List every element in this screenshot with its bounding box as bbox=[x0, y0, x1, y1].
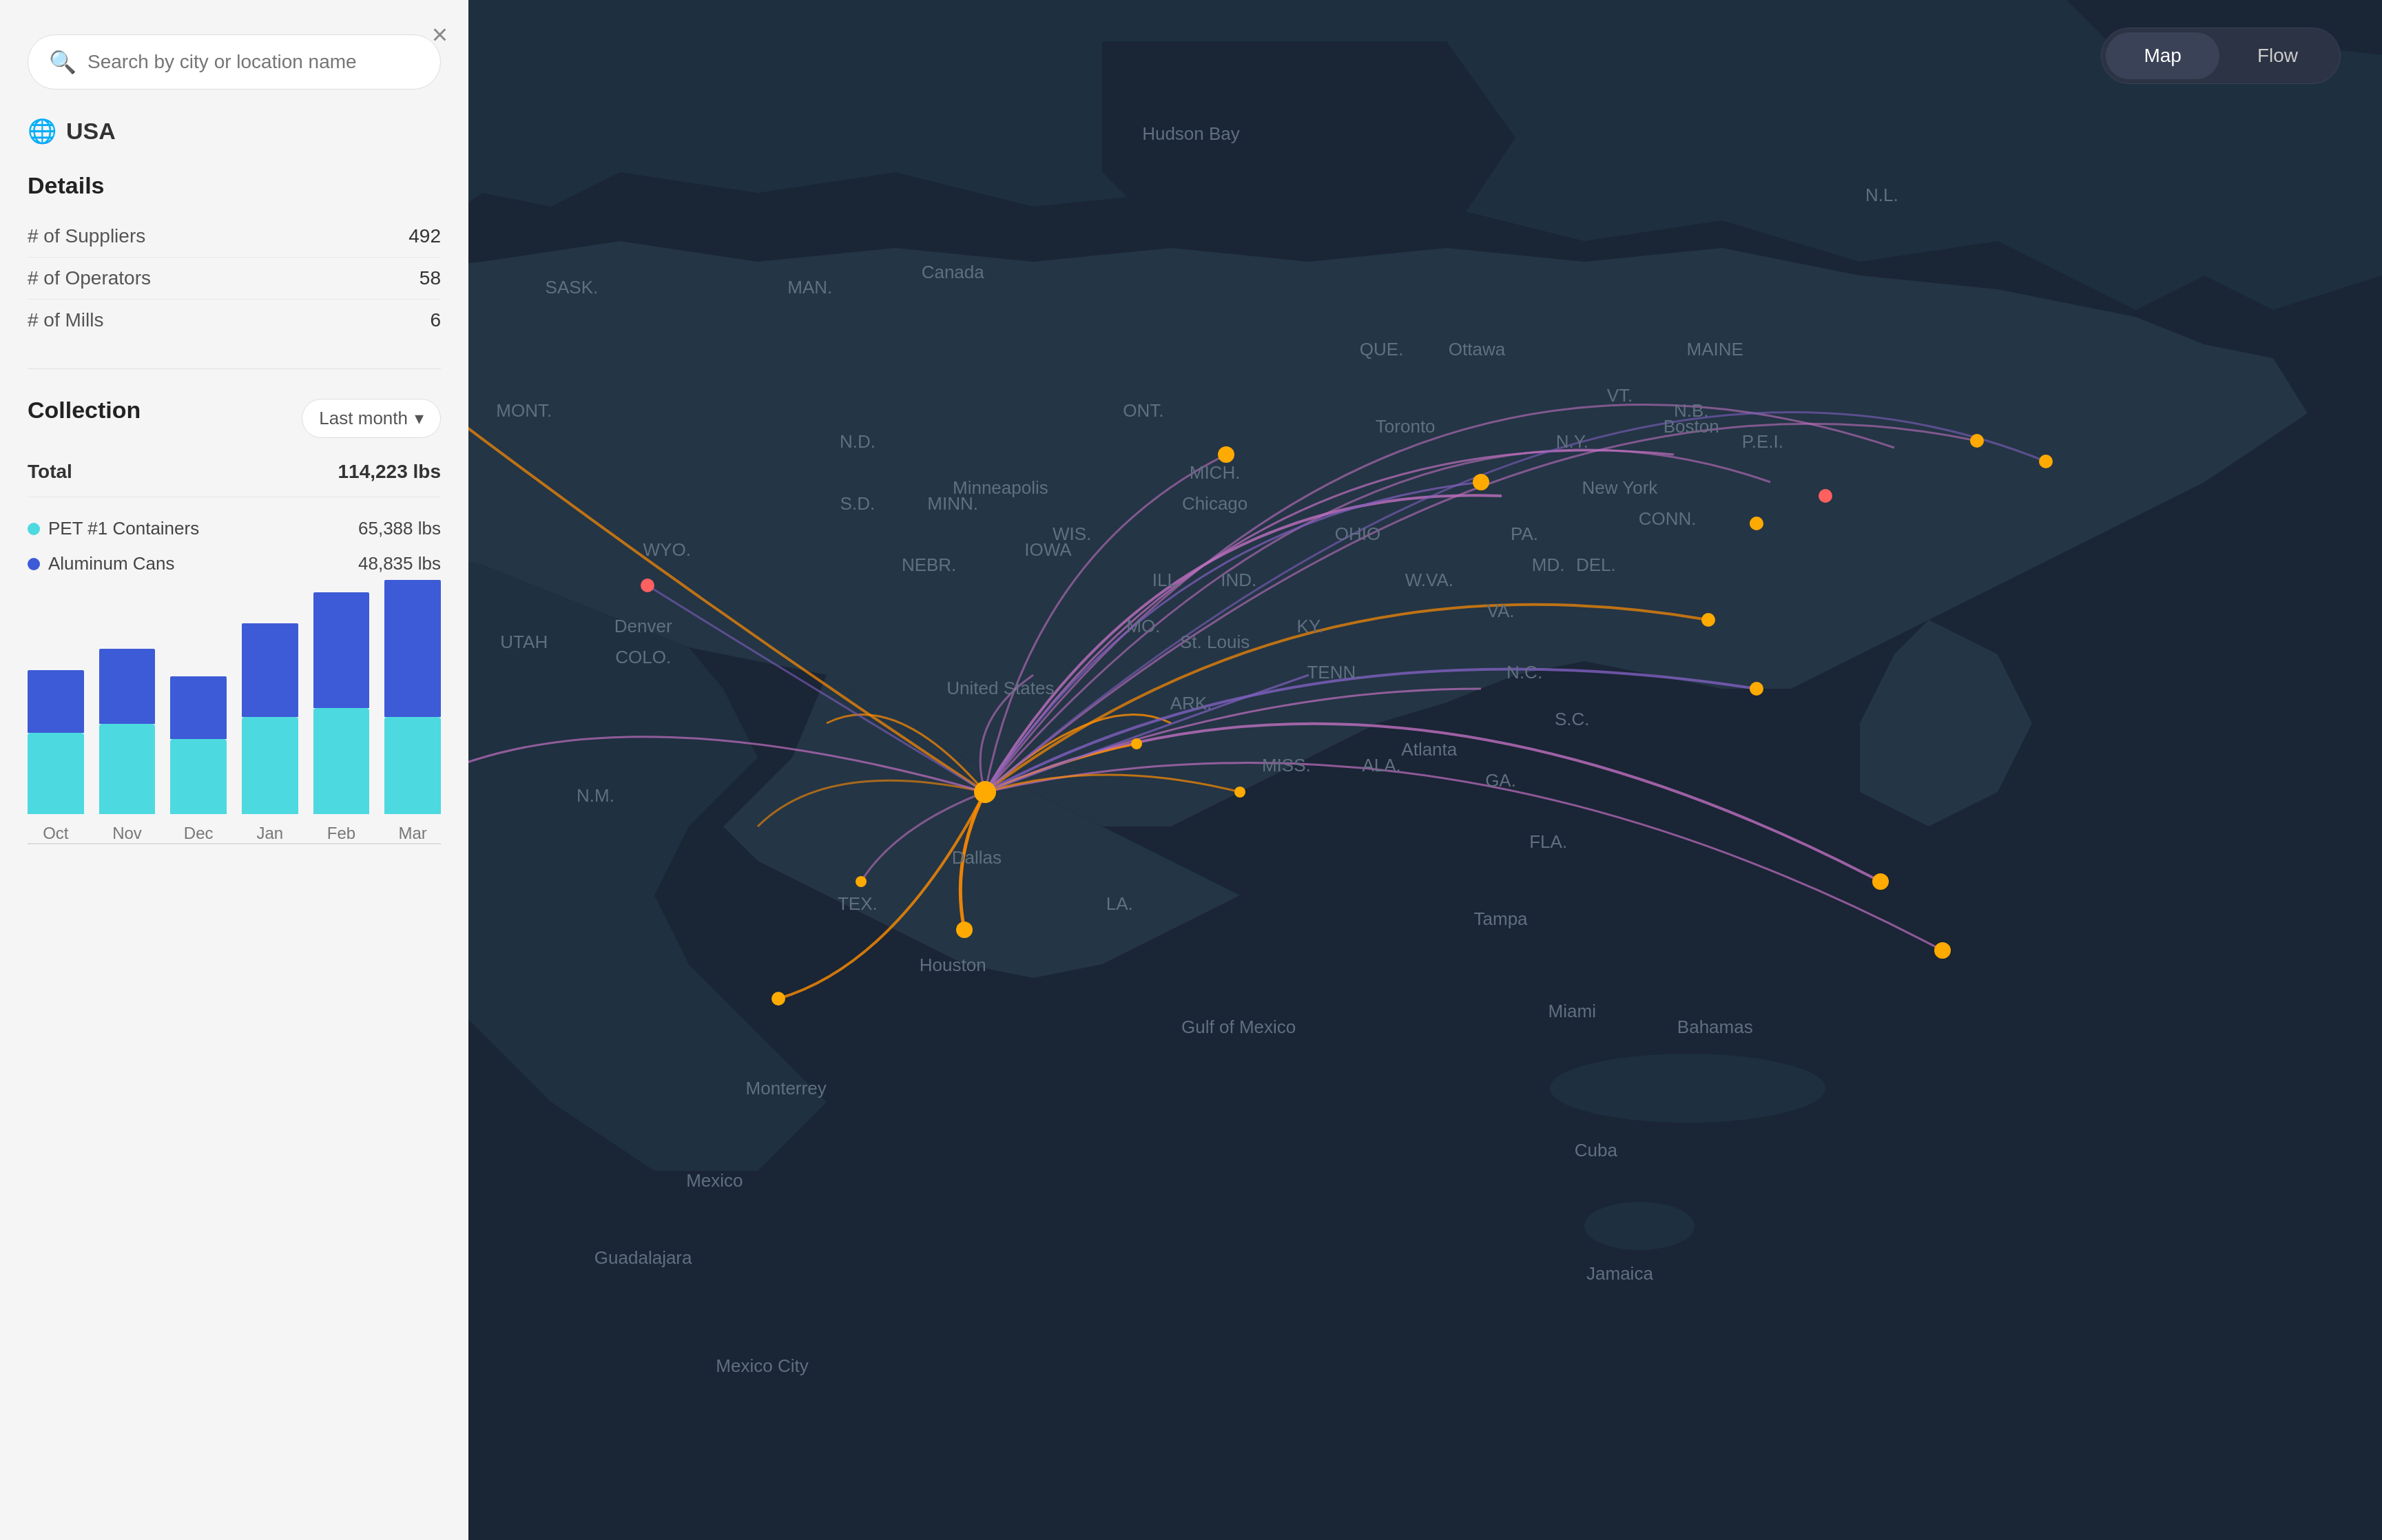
bar-stack bbox=[313, 592, 370, 814]
bar-label: Nov bbox=[112, 824, 142, 843]
collection-header: Collection Last month ▾ bbox=[28, 397, 441, 440]
search-input[interactable] bbox=[87, 51, 420, 73]
svg-point-19 bbox=[1131, 738, 1142, 749]
bar-segment-aluminum bbox=[28, 670, 84, 733]
bar-label: Feb bbox=[327, 824, 355, 843]
bar-segment-pet bbox=[28, 733, 84, 814]
svg-point-5 bbox=[1473, 474, 1489, 490]
svg-point-20 bbox=[1234, 787, 1245, 798]
dropdown-label: Last month bbox=[319, 408, 408, 429]
svg-point-11 bbox=[974, 781, 996, 803]
details-row: # of Suppliers 492 bbox=[28, 216, 441, 258]
svg-point-16 bbox=[1750, 682, 1763, 696]
legend-list: PET #1 Containers 65,388 lbs Aluminum Cans… bbox=[28, 511, 441, 581]
svg-point-9 bbox=[2039, 455, 2053, 468]
bar-segment-pet bbox=[313, 708, 370, 814]
svg-point-7 bbox=[1819, 489, 1832, 503]
bar-stack bbox=[99, 649, 156, 814]
bar-segment-aluminum bbox=[170, 676, 227, 739]
bar-segment-pet bbox=[170, 739, 227, 814]
bar-label: Dec bbox=[184, 824, 214, 843]
bar-label: Mar bbox=[399, 824, 427, 843]
chevron-down-icon: ▾ bbox=[415, 408, 424, 429]
bar-segment-pet bbox=[99, 724, 156, 814]
legend-value: 48,835 lbs bbox=[358, 553, 441, 574]
bar-segment-aluminum bbox=[313, 592, 370, 708]
close-button[interactable]: × bbox=[432, 21, 448, 48]
details-val: 492 bbox=[408, 225, 441, 247]
bar-chart: Oct Nov Dec Jan Feb Mar bbox=[28, 609, 441, 844]
bar-label: Jan bbox=[257, 824, 284, 843]
details-key: # of Suppliers bbox=[28, 225, 145, 247]
bar-group: Oct bbox=[28, 670, 84, 843]
search-icon: 🔍 bbox=[49, 49, 76, 75]
details-key: # of Mills bbox=[28, 309, 103, 331]
details-val: 58 bbox=[420, 267, 441, 289]
bar-stack bbox=[242, 623, 298, 814]
legend-dot bbox=[28, 523, 40, 535]
bar-segment-aluminum bbox=[242, 623, 298, 717]
legend-label: Aluminum Cans bbox=[28, 553, 175, 574]
svg-point-1 bbox=[1550, 1054, 1825, 1123]
bar-stack bbox=[384, 580, 441, 814]
svg-point-17 bbox=[641, 579, 654, 592]
details-title: Details bbox=[28, 172, 441, 199]
svg-point-15 bbox=[1934, 942, 1951, 959]
legend-dot bbox=[28, 558, 40, 570]
sidebar-panel: × 🔍 🌐 USA Details # of Suppliers492# of … bbox=[0, 0, 468, 1540]
svg-point-8 bbox=[1970, 434, 1984, 448]
view-toggle[interactable]: Map Flow bbox=[2101, 28, 2341, 84]
details-list: # of Suppliers 492 # of Operators 58 # of Mi… bbox=[28, 216, 441, 341]
bar-label: Oct bbox=[43, 824, 68, 843]
svg-point-4 bbox=[1218, 446, 1234, 463]
map-toggle-button[interactable]: Map bbox=[2106, 32, 2219, 79]
svg-point-12 bbox=[956, 922, 973, 938]
bar-segment-aluminum bbox=[99, 649, 156, 724]
section-divider bbox=[28, 368, 441, 369]
details-row: # of Operators 58 bbox=[28, 258, 441, 300]
details-val: 6 bbox=[430, 309, 441, 331]
total-label: Total bbox=[28, 461, 72, 483]
collection-dropdown[interactable]: Last month ▾ bbox=[302, 399, 441, 438]
collection-total: Total 114,223 lbs bbox=[28, 461, 441, 497]
bar-segment-aluminum bbox=[384, 580, 441, 717]
bar-group: Nov bbox=[99, 649, 156, 843]
collection-title: Collection bbox=[28, 397, 141, 424]
details-key: # of Operators bbox=[28, 267, 151, 289]
bar-stack bbox=[170, 676, 227, 814]
bar-group: Jan bbox=[242, 623, 298, 843]
bar-stack bbox=[28, 670, 84, 814]
legend-item: PET #1 Containers 65,388 lbs bbox=[28, 511, 441, 546]
location-name: USA bbox=[66, 118, 116, 145]
bar-group: Mar bbox=[384, 580, 441, 843]
svg-point-2 bbox=[1584, 1202, 1695, 1250]
svg-point-13 bbox=[771, 992, 785, 1006]
svg-point-10 bbox=[1701, 613, 1715, 627]
chart-axis bbox=[28, 843, 441, 844]
svg-point-21 bbox=[856, 876, 867, 887]
svg-point-14 bbox=[1872, 873, 1889, 890]
legend-label: PET #1 Containers bbox=[28, 518, 199, 539]
bar-segment-pet bbox=[384, 717, 441, 814]
location-row: 🌐 USA bbox=[28, 117, 441, 145]
search-box[interactable]: 🔍 bbox=[28, 34, 441, 90]
legend-item: Aluminum Cans 48,835 lbs bbox=[28, 546, 441, 581]
bar-segment-pet bbox=[242, 717, 298, 814]
details-row: # of Mills 6 bbox=[28, 300, 441, 341]
total-value: 114,223 lbs bbox=[338, 461, 441, 483]
legend-value: 65,388 lbs bbox=[358, 518, 441, 539]
svg-point-6 bbox=[1750, 517, 1763, 530]
bar-group: Dec bbox=[170, 676, 227, 843]
globe-icon: 🌐 bbox=[28, 117, 56, 145]
bar-group: Feb bbox=[313, 592, 370, 843]
bars-area: Oct Nov Dec Jan Feb Mar bbox=[28, 609, 441, 843]
flow-toggle-button[interactable]: Flow bbox=[2219, 32, 2336, 79]
